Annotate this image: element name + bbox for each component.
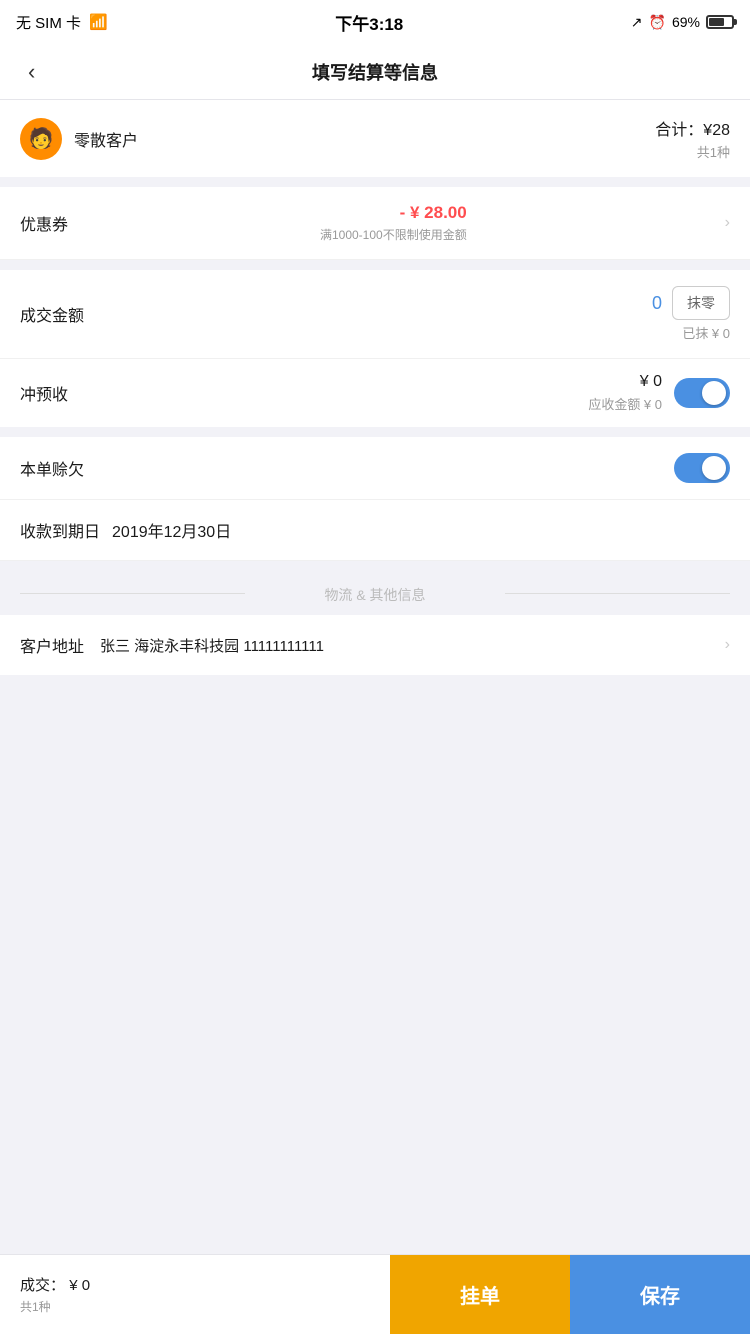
debt-toggle[interactable] (674, 453, 730, 483)
deal-amount-sub: 已抹 ¥ 0 (682, 323, 730, 342)
customer-row: 🧑 零散客户 合计：¥28 共1种 (0, 100, 750, 177)
chevron-right-icon: › (725, 214, 730, 232)
due-date-value: 2019年12月30日 (112, 518, 231, 542)
customer-avatar: 🧑 (20, 118, 62, 160)
page-title: 填写结算等信息 (312, 59, 438, 85)
address-chevron-icon: › (725, 636, 730, 654)
logistics-label-text: 物流 & 其他信息 (324, 587, 425, 603)
content: 🧑 零散客户 合计：¥28 共1种 优惠券 - ¥ 28.00 满1000-10… (0, 100, 750, 775)
deal-amount-row: 成交金额 抹零 已抹 ¥ 0 (0, 270, 750, 359)
coupon-right: - ¥ 28.00 满1000-100不限制使用金额 (320, 203, 467, 243)
customer-left: 🧑 零散客户 (20, 118, 138, 160)
due-date-label: 收款到期日 (20, 518, 100, 542)
debt-row: 本单赊欠 (0, 437, 750, 500)
divider-1 (0, 260, 750, 270)
status-left: 无 SIM 卡 📶 (16, 12, 108, 33)
bottom-deal-label: 成交： ¥ 0 (20, 1274, 370, 1295)
save-button[interactable]: 保存 (570, 1255, 750, 1334)
amount-top: 抹零 (602, 286, 730, 320)
avatar-icon: 🧑 (29, 126, 54, 151)
total-amount: 合计：¥28 (655, 116, 730, 140)
alarm-icon: ⏰ (649, 14, 666, 31)
hold-order-label: 挂单 (460, 1280, 500, 1309)
prepayment-toggle[interactable] (674, 378, 730, 408)
battery-label: 69% (672, 14, 700, 30)
prepayment-row: 冲预收 ¥ 0 应收金额 ¥ 0 (0, 359, 750, 427)
coupon-row[interactable]: 优惠券 - ¥ 28.00 满1000-100不限制使用金额 › (0, 187, 750, 260)
debt-toggle-knob (702, 456, 726, 480)
due-date-row: 收款到期日 2019年12月30日 (0, 500, 750, 561)
battery-fill (709, 18, 724, 26)
divider-3 (0, 561, 750, 571)
customer-address-row[interactable]: 客户地址 张三 海淀永丰科技园 11111111111 › (0, 615, 750, 675)
bottom-deal-text: 成交： (20, 1277, 65, 1294)
save-label: 保存 (640, 1280, 680, 1309)
prepayment-label: 冲预收 (20, 381, 68, 405)
deal-amount-label: 成交金额 (20, 302, 84, 326)
deal-amount-input[interactable] (602, 293, 662, 314)
coupon-label: 优惠券 (20, 211, 68, 235)
no-sim-label: 无 SIM 卡 (16, 12, 81, 33)
hold-order-button[interactable]: 挂单 (390, 1255, 570, 1334)
status-time: 下午3:18 (335, 10, 403, 35)
customer-name: 零散客户 (74, 127, 138, 151)
status-right: ↗ ⏰ 69% (631, 14, 734, 31)
bottom-count: 共1种 (20, 1298, 370, 1315)
bottom-deal-amount: ¥ 0 (69, 1277, 90, 1294)
wifi-icon: 📶 (89, 13, 108, 31)
total-count: 共1种 (655, 142, 730, 161)
address-value: 张三 海淀永丰科技园 11111111111 (100, 635, 719, 656)
bottom-bar: 成交： ¥ 0 共1种 挂单 保存 (0, 1254, 750, 1334)
status-bar: 无 SIM 卡 📶 下午3:18 ↗ ⏰ 69% (0, 0, 750, 44)
toggle-knob (702, 381, 726, 405)
location-icon: ↗ (631, 14, 643, 31)
bottom-info: 成交： ¥ 0 共1种 (0, 1274, 390, 1315)
divider-5 (0, 675, 750, 685)
debt-label: 本单赊欠 (20, 456, 84, 480)
prepayment-amount: ¥ 0 (588, 373, 662, 391)
prepayment-sub: 应收金额 ¥ 0 (588, 394, 662, 413)
coupon-desc: 满1000-100不限制使用金额 (320, 226, 467, 243)
battery-icon (706, 15, 734, 29)
customer-right: 合计：¥28 共1种 (655, 116, 730, 161)
divider-2 (0, 427, 750, 437)
logistics-section-label: 物流 & 其他信息 (0, 571, 750, 615)
nav-bar: ‹ 填写结算等信息 (0, 44, 750, 100)
back-button[interactable]: ‹ (20, 51, 43, 93)
coupon-amount: - ¥ 28.00 (320, 203, 467, 223)
address-label: 客户地址 (20, 633, 84, 657)
round-off-button[interactable]: 抹零 (672, 286, 730, 320)
prepayment-right: ¥ 0 应收金额 ¥ 0 (588, 373, 730, 413)
deal-amount-right: 抹零 已抹 ¥ 0 (602, 286, 730, 342)
